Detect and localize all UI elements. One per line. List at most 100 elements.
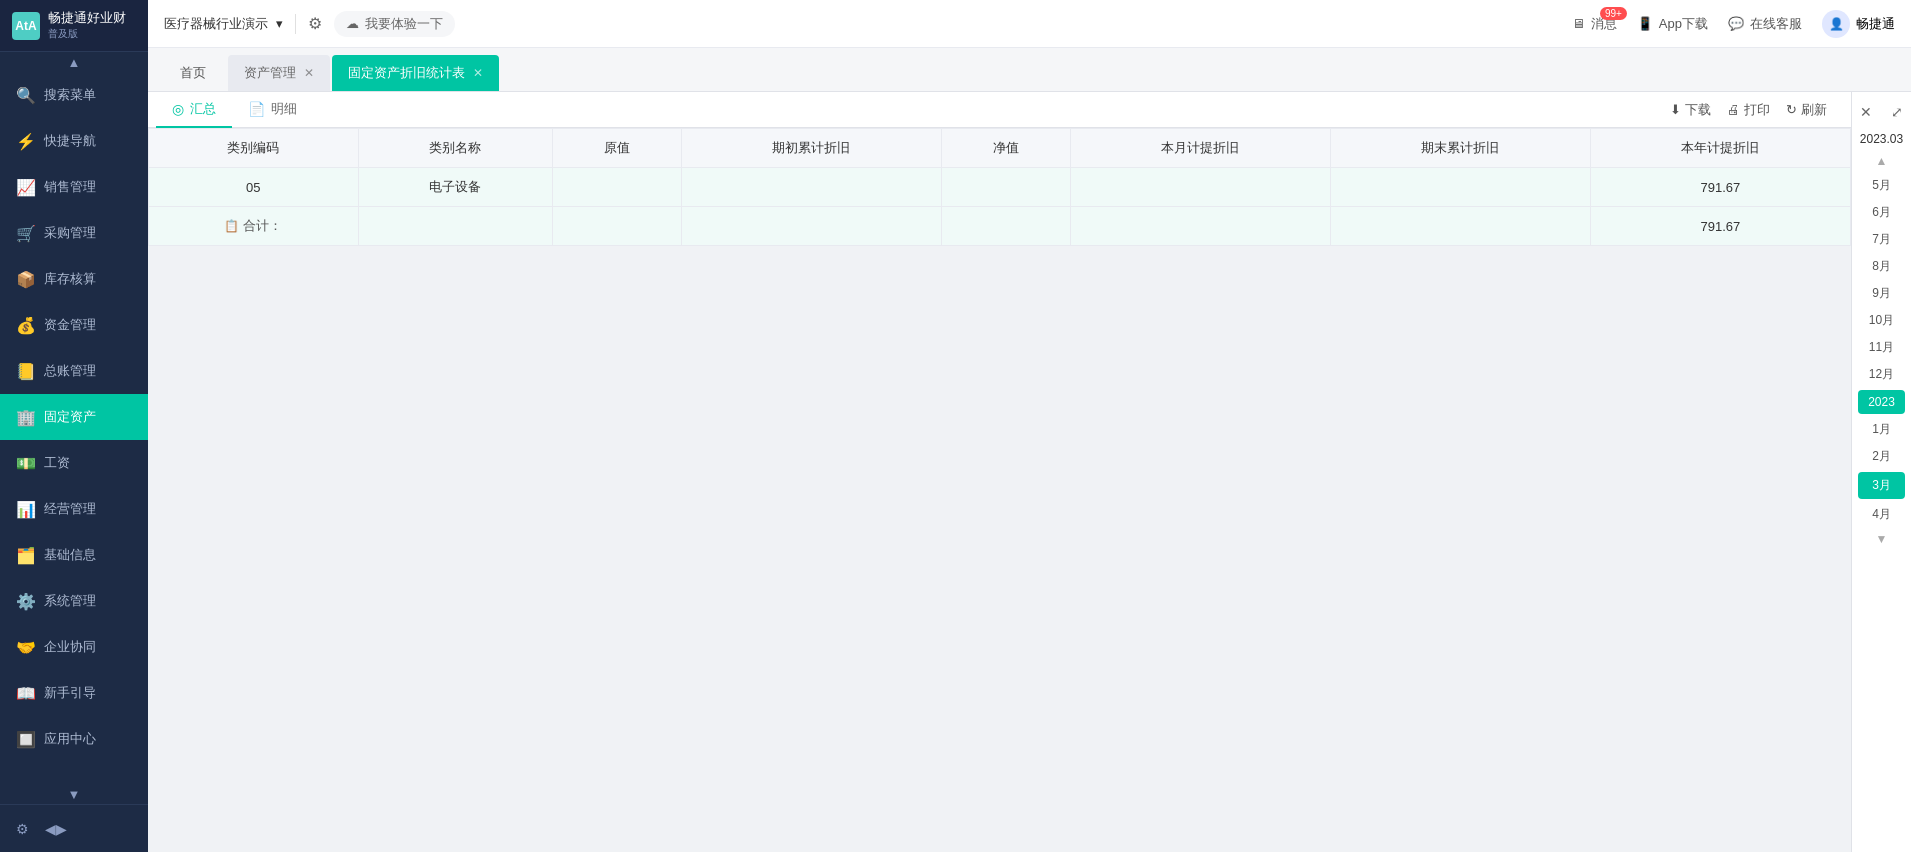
message-badge: 99+ bbox=[1600, 7, 1627, 20]
company-dropdown-icon: ▾ bbox=[276, 16, 283, 31]
system-icon: ⚙️ bbox=[16, 591, 36, 611]
search-icon: 🔍 bbox=[16, 85, 36, 105]
sidebar-item-basic[interactable]: 🗂️ 基础信息 bbox=[0, 532, 148, 578]
service-btn[interactable]: 💬 在线客服 bbox=[1728, 15, 1802, 33]
company-selector[interactable]: 医疗器械行业演示 ▾ bbox=[164, 15, 283, 33]
panel-year-label: 2023.03 bbox=[1852, 128, 1911, 150]
payroll-icon: 💵 bbox=[16, 453, 36, 473]
sidebar-item-sales[interactable]: 📈 销售管理 bbox=[0, 164, 148, 210]
col-beginning-acc: 期初累计折旧 bbox=[681, 129, 941, 168]
total-label-text: 合计： bbox=[243, 217, 282, 235]
total-beginning-acc bbox=[681, 207, 941, 246]
experience-btn[interactable]: ☁ 我要体验一下 bbox=[334, 11, 455, 37]
tab-assetmgmt-label: 资产管理 bbox=[244, 64, 296, 82]
sidebar-item-operations[interactable]: 📊 经营管理 bbox=[0, 486, 148, 532]
sidebar-item-system[interactable]: ⚙️ 系统管理 bbox=[0, 578, 148, 624]
sidebar-item-sales-label: 销售管理 bbox=[44, 178, 96, 196]
month-3[interactable]: 3月 bbox=[1858, 472, 1905, 499]
sidebar-item-search[interactable]: 🔍 搜索菜单 bbox=[0, 72, 148, 118]
download-toolbar-icon: ⬇ bbox=[1670, 102, 1681, 117]
topbar-settings-icon[interactable]: ⚙ bbox=[308, 14, 322, 33]
content-area: ◎ 汇总 📄 明细 ⬇ 下载 🖨 打印 bbox=[148, 92, 1911, 852]
finance-icon: 💰 bbox=[16, 315, 36, 335]
sidebar-nav: 🔍 搜索菜单 ⚡ 快捷导航 📈 销售管理 🛒 采购管理 📦 库存核算 💰 资金管… bbox=[0, 72, 148, 784]
month-7[interactable]: 7月 bbox=[1852, 226, 1911, 253]
main-content: 医疗器械行业演示 ▾ ⚙ ☁ 我要体验一下 🖥 消息 99+ 📱 App下载 💬… bbox=[148, 0, 1911, 852]
panel-scroll-down[interactable]: ▼ bbox=[1872, 528, 1892, 550]
sidebar-item-inventory[interactable]: 📦 库存核算 bbox=[0, 256, 148, 302]
topbar-right: 🖥 消息 99+ 📱 App下载 💬 在线客服 👤 畅捷通 bbox=[1572, 10, 1895, 38]
month-8[interactable]: 8月 bbox=[1852, 253, 1911, 280]
basic-icon: 🗂️ bbox=[16, 545, 36, 565]
depreciation-table: 类别编码 类别名称 原值 期初累计折旧 净值 本月计提折旧 期末累计折旧 本年计… bbox=[148, 128, 1851, 246]
total-row: 📋 合计： 791.67 bbox=[149, 207, 1851, 246]
month-12[interactable]: 12月 bbox=[1852, 361, 1911, 388]
logo-sub: 普及版 bbox=[48, 27, 126, 41]
sidebar-item-guide-label: 新手引导 bbox=[44, 684, 96, 702]
sidebar-item-purchase[interactable]: 🛒 采购管理 bbox=[0, 210, 148, 256]
month-1[interactable]: 1月 bbox=[1852, 416, 1911, 443]
sidebar-item-fixedasset-label: 固定资产 bbox=[44, 408, 96, 426]
refresh-btn[interactable]: ↻ 刷新 bbox=[1786, 101, 1827, 119]
month-10[interactable]: 10月 bbox=[1852, 307, 1911, 334]
inner-tab-summary-label: 汇总 bbox=[190, 100, 216, 118]
inner-tab-summary[interactable]: ◎ 汇总 bbox=[156, 92, 232, 128]
tab-home-label: 首页 bbox=[180, 64, 206, 82]
tab-depreciation[interactable]: 固定资产折旧统计表 ✕ bbox=[332, 55, 499, 91]
month-4[interactable]: 4月 bbox=[1852, 501, 1911, 528]
logo-text-block: 畅捷通好业财 普及版 bbox=[48, 10, 126, 41]
sidebar-item-fixedasset[interactable]: 🏢 固定资产 bbox=[0, 394, 148, 440]
sidebar-bottom: ⚙ ◀▶ bbox=[0, 804, 148, 852]
message-icon: 🖥 bbox=[1572, 16, 1585, 31]
month-2[interactable]: 2月 bbox=[1852, 443, 1911, 470]
sidebar-item-cooperation[interactable]: 🤝 企业协同 bbox=[0, 624, 148, 670]
ledger-icon: 📒 bbox=[16, 361, 36, 381]
row-beginning-acc bbox=[681, 168, 941, 207]
panel-expand-btn[interactable]: ⤢ bbox=[1891, 104, 1903, 120]
month-9[interactable]: 9月 bbox=[1852, 280, 1911, 307]
sidebar-item-payroll[interactable]: 💵 工资 bbox=[0, 440, 148, 486]
sidebar-scroll-down[interactable]: ▼ bbox=[0, 784, 148, 804]
col-net: 净值 bbox=[941, 129, 1070, 168]
quicknav-icon: ⚡ bbox=[16, 131, 36, 151]
total-icon: 📋 bbox=[224, 219, 239, 233]
sidebar-item-ledger[interactable]: 📒 总账管理 bbox=[0, 348, 148, 394]
panel-scroll-up[interactable]: ▲ bbox=[1872, 150, 1892, 172]
sidebar-item-cooperation-label: 企业协同 bbox=[44, 638, 96, 656]
cooperation-icon: 🤝 bbox=[16, 637, 36, 657]
download-btn[interactable]: ⬇ 下载 bbox=[1670, 101, 1711, 119]
sidebar-item-quicknav[interactable]: ⚡ 快捷导航 bbox=[0, 118, 148, 164]
total-annual-dep: 791.67 bbox=[1590, 207, 1850, 246]
month-5[interactable]: 5月 bbox=[1852, 172, 1911, 199]
print-btn[interactable]: 🖨 打印 bbox=[1727, 101, 1770, 119]
collapse-icon[interactable]: ◀▶ bbox=[45, 821, 67, 837]
logo-name: 畅捷通好业财 bbox=[48, 10, 126, 27]
sidebar-item-purchase-label: 采购管理 bbox=[44, 224, 96, 242]
row-net bbox=[941, 168, 1070, 207]
sidebar-item-ledger-label: 总账管理 bbox=[44, 362, 96, 380]
settings-bottom-icon[interactable]: ⚙ bbox=[16, 821, 29, 837]
sidebar-item-appcenter[interactable]: 🔲 应用中心 bbox=[0, 716, 148, 762]
sidebar-item-finance[interactable]: 💰 资金管理 bbox=[0, 302, 148, 348]
purchase-icon: 🛒 bbox=[16, 223, 36, 243]
sidebar: AtA 畅捷通好业财 普及版 ▲ 🔍 搜索菜单 ⚡ 快捷导航 📈 销售管理 🛒 … bbox=[0, 0, 148, 852]
sidebar-scroll-up[interactable]: ▲ bbox=[0, 52, 148, 72]
tab-assetmgmt-close[interactable]: ✕ bbox=[304, 66, 314, 80]
month-11[interactable]: 11月 bbox=[1852, 334, 1911, 361]
sidebar-logo: AtA 畅捷通好业财 普及版 bbox=[0, 0, 148, 52]
inner-tab-detail[interactable]: 📄 明细 bbox=[232, 92, 313, 128]
sidebar-item-guide[interactable]: 📖 新手引导 bbox=[0, 670, 148, 716]
inner-tab-detail-label: 明细 bbox=[271, 100, 297, 118]
tab-home[interactable]: 首页 bbox=[164, 55, 222, 91]
tab-assetmgmt[interactable]: 资产管理 ✕ bbox=[228, 55, 330, 91]
col-annual-dep: 本年计提折旧 bbox=[1590, 129, 1850, 168]
panel-header: ✕ ⤢ bbox=[1852, 100, 1911, 124]
message-btn[interactable]: 🖥 消息 99+ bbox=[1572, 15, 1617, 33]
month-6[interactable]: 6月 bbox=[1852, 199, 1911, 226]
year-2023[interactable]: 2023 bbox=[1858, 390, 1905, 414]
tab-depreciation-close[interactable]: ✕ bbox=[473, 66, 483, 80]
panel-close-btn[interactable]: ✕ bbox=[1860, 104, 1872, 120]
user-menu[interactable]: 👤 畅捷通 bbox=[1822, 10, 1895, 38]
download-btn[interactable]: 📱 App下载 bbox=[1637, 15, 1708, 33]
download-label: App下载 bbox=[1659, 15, 1708, 33]
